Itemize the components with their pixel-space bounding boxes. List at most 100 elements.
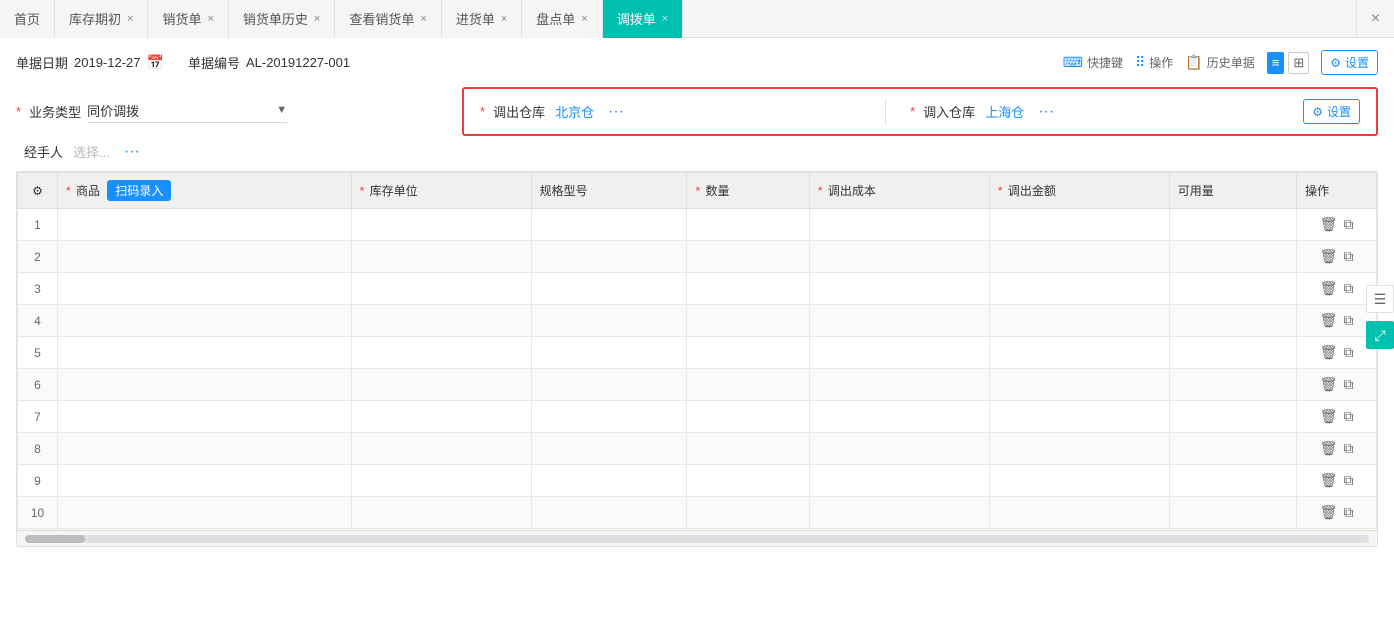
tab-purchase-order[interactable]: 进货单 ×: [442, 0, 522, 38]
row-unit-2[interactable]: [351, 241, 531, 273]
delete-icon-8[interactable]: 🗑: [1320, 440, 1338, 457]
row-cost-7[interactable]: [809, 401, 989, 433]
row-cost-1[interactable]: [809, 209, 989, 241]
row-amount-9[interactable]: [989, 465, 1169, 497]
row-unit-4[interactable]: [351, 305, 531, 337]
scrollbar-track[interactable]: [25, 535, 1369, 543]
th-gear[interactable]: ⚙: [18, 173, 58, 209]
copy-icon-5[interactable]: ⧉: [1343, 344, 1353, 361]
copy-icon-4[interactable]: ⧉: [1343, 312, 1353, 329]
row-product-5[interactable]: [58, 337, 352, 369]
row-unit-10[interactable]: [351, 497, 531, 529]
row-available-10[interactable]: [1169, 497, 1296, 529]
copy-icon-9[interactable]: ⧉: [1343, 472, 1353, 489]
row-spec-2[interactable]: [531, 241, 687, 273]
row-unit-9[interactable]: [351, 465, 531, 497]
tab-inventory-init[interactable]: 库存期初 ×: [55, 0, 148, 38]
row-available-2[interactable]: [1169, 241, 1296, 273]
row-available-6[interactable]: [1169, 369, 1296, 401]
tab-sales-history-close[interactable]: ×: [314, 13, 320, 25]
row-cost-5[interactable]: [809, 337, 989, 369]
row-qty-10[interactable]: [687, 497, 809, 529]
copy-icon-1[interactable]: ⧉: [1343, 216, 1353, 233]
history-action[interactable]: 📋 历史单据: [1185, 54, 1254, 71]
warehouse-out-more[interactable]: ···: [608, 103, 624, 121]
row-amount-4[interactable]: [989, 305, 1169, 337]
tab-purchase-order-close[interactable]: ×: [501, 13, 507, 25]
row-cost-6[interactable]: [809, 369, 989, 401]
tab-home[interactable]: 首页: [0, 0, 55, 38]
horizontal-scrollbar[interactable]: [17, 530, 1377, 546]
operator-value[interactable]: 选择...: [73, 142, 110, 161]
copy-icon-7[interactable]: ⧉: [1343, 408, 1353, 425]
row-unit-3[interactable]: [351, 273, 531, 305]
row-qty-3[interactable]: [687, 273, 809, 305]
delete-icon-4[interactable]: 🗑: [1320, 312, 1338, 329]
delete-icon-10[interactable]: 🗑: [1320, 504, 1338, 521]
row-spec-4[interactable]: [531, 305, 687, 337]
settings-button[interactable]: ⚙ 设置: [1321, 50, 1378, 75]
calendar-icon[interactable]: 📅: [147, 54, 164, 71]
row-amount-8[interactable]: [989, 433, 1169, 465]
row-available-4[interactable]: [1169, 305, 1296, 337]
row-qty-6[interactable]: [687, 369, 809, 401]
row-product-7[interactable]: [58, 401, 352, 433]
row-available-3[interactable]: [1169, 273, 1296, 305]
tab-inventory-check-close[interactable]: ×: [581, 13, 587, 25]
delete-icon-6[interactable]: 🗑: [1320, 376, 1338, 393]
row-spec-10[interactable]: [531, 497, 687, 529]
date-value[interactable]: 2019-12-27: [74, 55, 141, 70]
tab-view-sales-close[interactable]: ×: [420, 13, 426, 25]
tab-inventory-check[interactable]: 盘点单 ×: [522, 0, 602, 38]
row-spec-3[interactable]: [531, 273, 687, 305]
business-type-select[interactable]: 同价调拨 ▼: [87, 101, 287, 123]
row-spec-7[interactable]: [531, 401, 687, 433]
delete-icon-7[interactable]: 🗑: [1320, 408, 1338, 425]
row-amount-6[interactable]: [989, 369, 1169, 401]
row-cost-3[interactable]: [809, 273, 989, 305]
row-product-1[interactable]: [58, 209, 352, 241]
row-available-8[interactable]: [1169, 433, 1296, 465]
row-product-3[interactable]: [58, 273, 352, 305]
tab-view-sales[interactable]: 查看销货单 ×: [335, 0, 441, 38]
row-cost-9[interactable]: [809, 465, 989, 497]
warehouse-out-value[interactable]: 北京仓: [555, 102, 594, 121]
sidebar-list-icon-btn[interactable]: ☰: [1366, 285, 1394, 313]
shortcuts-action[interactable]: ⌨ 快捷键: [1063, 54, 1123, 71]
row-amount-7[interactable]: [989, 401, 1169, 433]
row-available-1[interactable]: [1169, 209, 1296, 241]
row-spec-8[interactable]: [531, 433, 687, 465]
row-cost-8[interactable]: [809, 433, 989, 465]
row-product-6[interactable]: [58, 369, 352, 401]
operator-more[interactable]: ···: [124, 143, 140, 161]
row-available-9[interactable]: [1169, 465, 1296, 497]
row-available-5[interactable]: [1169, 337, 1296, 369]
tab-transfer-order[interactable]: 调拨单 ×: [603, 0, 683, 38]
row-spec-1[interactable]: [531, 209, 687, 241]
row-unit-5[interactable]: [351, 337, 531, 369]
copy-icon-6[interactable]: ⧉: [1343, 376, 1353, 393]
row-qty-9[interactable]: [687, 465, 809, 497]
delete-icon-3[interactable]: 🗑: [1320, 280, 1338, 297]
row-available-7[interactable]: [1169, 401, 1296, 433]
tab-sales-order[interactable]: 销货单 ×: [148, 0, 228, 38]
row-cost-4[interactable]: [809, 305, 989, 337]
row-product-9[interactable]: [58, 465, 352, 497]
row-unit-8[interactable]: [351, 433, 531, 465]
row-spec-5[interactable]: [531, 337, 687, 369]
table-scroll-area[interactable]: ⚙ 商品 扫码录入 库存单位 规格型号: [17, 172, 1377, 530]
tab-sales-history[interactable]: 销货单历史 ×: [229, 0, 335, 38]
copy-icon-2[interactable]: ⧉: [1343, 248, 1353, 265]
row-amount-1[interactable]: [989, 209, 1169, 241]
row-qty-2[interactable]: [687, 241, 809, 273]
row-cost-10[interactable]: [809, 497, 989, 529]
tab-transfer-order-close[interactable]: ×: [662, 13, 668, 25]
sidebar-expand-icon-btn[interactable]: ⤢: [1366, 321, 1394, 349]
copy-icon-10[interactable]: ⧉: [1343, 504, 1353, 521]
scrollbar-thumb[interactable]: [25, 535, 85, 543]
copy-icon-3[interactable]: ⧉: [1343, 280, 1353, 297]
gear-settings-icon[interactable]: ⚙: [32, 184, 43, 198]
row-unit-1[interactable]: [351, 209, 531, 241]
delete-icon-5[interactable]: 🗑: [1320, 344, 1338, 361]
row-amount-10[interactable]: [989, 497, 1169, 529]
